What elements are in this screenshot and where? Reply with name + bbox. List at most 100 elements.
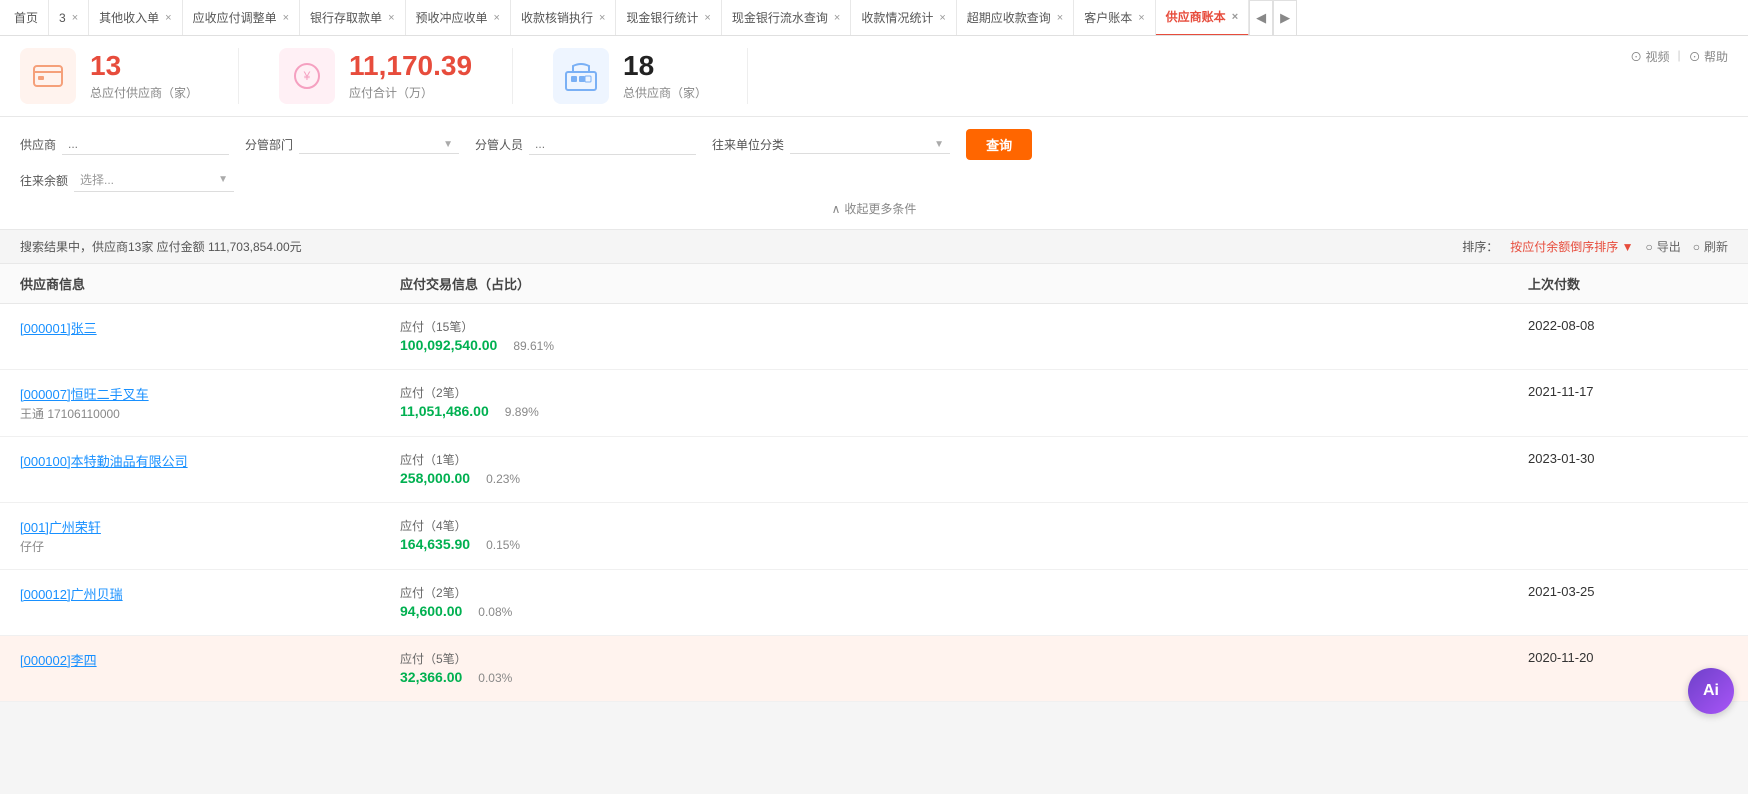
payable-total-icon: ¥ (279, 48, 335, 104)
tab-cash-bank-stats-close[interactable]: × (704, 12, 710, 24)
table-row: [000100]本特勤油品有限公司 应付（1笔） 258,000.00 0.23… (0, 437, 1748, 503)
tab-other-income-close[interactable]: × (165, 12, 171, 24)
nav-arrow-left[interactable]: ◀ (1249, 0, 1273, 36)
payable-suppliers-text: 13 总应付供应商（家） (90, 51, 198, 101)
tx-amount-1: 100,092,540.00 (400, 337, 497, 353)
result-bar: 搜索结果中，供应商13家 应付金额 111,703,854.00元 排序： 按应… (0, 230, 1748, 264)
supplier-name-5: [000012]广州贝瑞 (20, 584, 400, 603)
tab-ar-ap-adjust[interactable]: 应收应付调整单 × (183, 0, 300, 36)
collapse-button[interactable]: ∧ 收起更多条件 (832, 200, 917, 217)
stats-bar: 13 总应付供应商（家） ¥ 11,170.39 应付合计（万） (0, 36, 1748, 117)
search-button[interactable]: 查询 (966, 129, 1032, 160)
tab-cash-flow-query[interactable]: 现金银行流水查询 × (722, 0, 851, 36)
tab-collection-exec-close[interactable]: × (599, 12, 605, 24)
tab-overdue-ar[interactable]: 超期应收款查询 × (957, 0, 1074, 36)
tab-cash-flow-query-label: 现金银行流水查询 (732, 9, 828, 26)
tab-cash-flow-query-close[interactable]: × (834, 12, 840, 24)
tab-ar-ap-adjust-close[interactable]: × (283, 12, 289, 24)
data-table: 供应商信息 应付交易信息（占比） 上次付数 [000001]张三 应付（15笔）… (0, 264, 1748, 702)
tx-row-1: 100,092,540.00 89.61% (400, 335, 1528, 355)
tab-collection-stats[interactable]: 收款情况统计 × (851, 0, 956, 36)
tab-other-income[interactable]: 其他收入单 × (89, 0, 182, 36)
table-row: [000001]张三 应付（15笔） 100,092,540.00 89.61%… (0, 304, 1748, 370)
tab-overdue-ar-close[interactable]: × (1057, 12, 1063, 24)
supplier-name-6: [000002]李四 (20, 650, 400, 669)
export-button[interactable]: ○ 导出 (1645, 238, 1680, 255)
payable-total-label: 应付合计（万） (349, 84, 472, 101)
lastpay-date-3: 2023-01-30 (1528, 451, 1595, 466)
supplier-cell-5: [000012]广州贝瑞 (20, 584, 400, 603)
supplier-name-3: [000100]本特勤油品有限公司 (20, 451, 400, 470)
supplier-link-4[interactable]: [001]广州荣轩 (20, 520, 101, 535)
divider: | (1678, 48, 1681, 65)
supplier-link-5[interactable]: [000012]广州贝瑞 (20, 587, 123, 602)
tab-other-income-label: 其他收入单 (99, 9, 159, 26)
total-suppliers-label: 总供应商（家） (623, 84, 707, 101)
filter-row-1: 供应商 分管部门 ▼ 分管人员 往来单位分类 ▼ 查询 (20, 129, 1728, 160)
tx-percent-6: 0.03% (478, 671, 512, 685)
tx-amount-6: 32,366.00 (400, 669, 462, 685)
tab-bank-deposit-close[interactable]: × (388, 12, 394, 24)
tab-collection-exec[interactable]: 收款核销执行 × (511, 0, 616, 36)
export-icon: ○ (1645, 240, 1652, 254)
tab-customer-account[interactable]: 客户账本 × (1074, 0, 1155, 36)
tx-label-5: 应付（2笔） (400, 584, 1528, 601)
supplier-cell-6: [000002]李四 (20, 650, 400, 669)
tx-label-4: 应付（4笔） (400, 517, 1528, 534)
filter-person: 分管人员 (475, 134, 696, 155)
person-filter-input[interactable] (529, 134, 696, 155)
supplier-link-3[interactable]: [000100]本特勤油品有限公司 (20, 454, 188, 469)
tx-amount-5: 94,600.00 (400, 603, 462, 619)
category-filter-select[interactable]: ▼ (790, 136, 950, 154)
tab-collection-stats-label: 收款情况统计 (861, 9, 933, 26)
tab-3-close[interactable]: × (72, 12, 78, 24)
tx-row-3: 258,000.00 0.23% (400, 468, 1528, 488)
supplier-name-4: [001]广州荣轩 (20, 517, 400, 536)
tab-bank-deposit[interactable]: 银行存取款单 × (300, 0, 405, 36)
tx-row-6: 32,366.00 0.03% (400, 667, 1528, 687)
video-link[interactable]: ⊙ 视频 (1630, 48, 1669, 65)
transaction-cell-1: 应付（15笔） 100,092,540.00 89.61% (400, 318, 1528, 355)
table-row: [000012]广州贝瑞 应付（2笔） 94,600.00 0.08% 2021… (0, 570, 1748, 636)
tx-percent-2: 9.89% (505, 405, 539, 419)
tx-amount-2: 11,051,486.00 (400, 403, 489, 419)
tab-customer-account-label: 客户账本 (1084, 9, 1132, 26)
tab-supplier-account-close[interactable]: × (1232, 11, 1238, 23)
balance-select-value: 选择... (80, 171, 114, 188)
refresh-button[interactable]: ○ 刷新 (1693, 238, 1728, 255)
sort-value[interactable]: 按应付余额倒序排序 ▼ (1510, 238, 1633, 255)
ai-assistant-button[interactable]: Ai (1688, 668, 1734, 714)
table-row: [000007]恒旺二手叉车 王通 17106110000 应付（2笔） 11,… (0, 370, 1748, 437)
tx-row-4: 164,635.90 0.15% (400, 534, 1528, 554)
tx-percent-3: 0.23% (486, 472, 520, 486)
payable-suppliers-icon (20, 48, 76, 104)
tx-percent-4: 0.15% (486, 538, 520, 552)
supplier-link-1[interactable]: [000001]张三 (20, 321, 97, 336)
dept-filter-label: 分管部门 (245, 136, 293, 153)
tab-collection-stats-close[interactable]: × (939, 12, 945, 24)
help-link[interactable]: ⊙ 帮助 (1689, 48, 1728, 65)
dept-filter-select[interactable]: ▼ (299, 136, 459, 154)
lastpay-date-5: 2021-03-25 (1528, 584, 1595, 599)
right-actions: 排序： 按应付余额倒序排序 ▼ ○ 导出 ○ 刷新 (1462, 238, 1728, 255)
stat-payable-total: ¥ 11,170.39 应付合计（万） (279, 48, 513, 104)
tab-advance-receive[interactable]: 预收冲应收单 × (406, 0, 511, 36)
supplier-link-6[interactable]: [000002]李四 (20, 653, 97, 668)
tx-label-1: 应付（15笔） (400, 318, 1528, 335)
payable-suppliers-number: 13 (90, 51, 198, 82)
tab-supplier-account[interactable]: 供应商账本 × (1156, 0, 1249, 36)
tab-customer-account-close[interactable]: × (1138, 12, 1144, 24)
supplier-filter-input[interactable] (62, 134, 229, 155)
tab-home-label: 首页 (14, 9, 38, 26)
balance-filter-select[interactable]: 选择... ▼ (74, 168, 234, 192)
lastpay-date-1: 2022-08-08 (1528, 318, 1595, 333)
sort-label: 排序： (1462, 238, 1498, 255)
supplier-name-2: [000007]恒旺二手叉车 (20, 384, 400, 403)
supplier-link-2[interactable]: [000007]恒旺二手叉车 (20, 387, 149, 402)
tab-3[interactable]: 3 × (49, 0, 89, 36)
tab-cash-bank-stats[interactable]: 现金银行统计 × (616, 0, 721, 36)
nav-arrow-right[interactable]: ▶ (1273, 0, 1297, 36)
tab-home[interactable]: 首页 (4, 0, 49, 36)
tab-advance-receive-close[interactable]: × (494, 12, 500, 24)
table-header: 供应商信息 应付交易信息（占比） 上次付数 (0, 264, 1748, 304)
